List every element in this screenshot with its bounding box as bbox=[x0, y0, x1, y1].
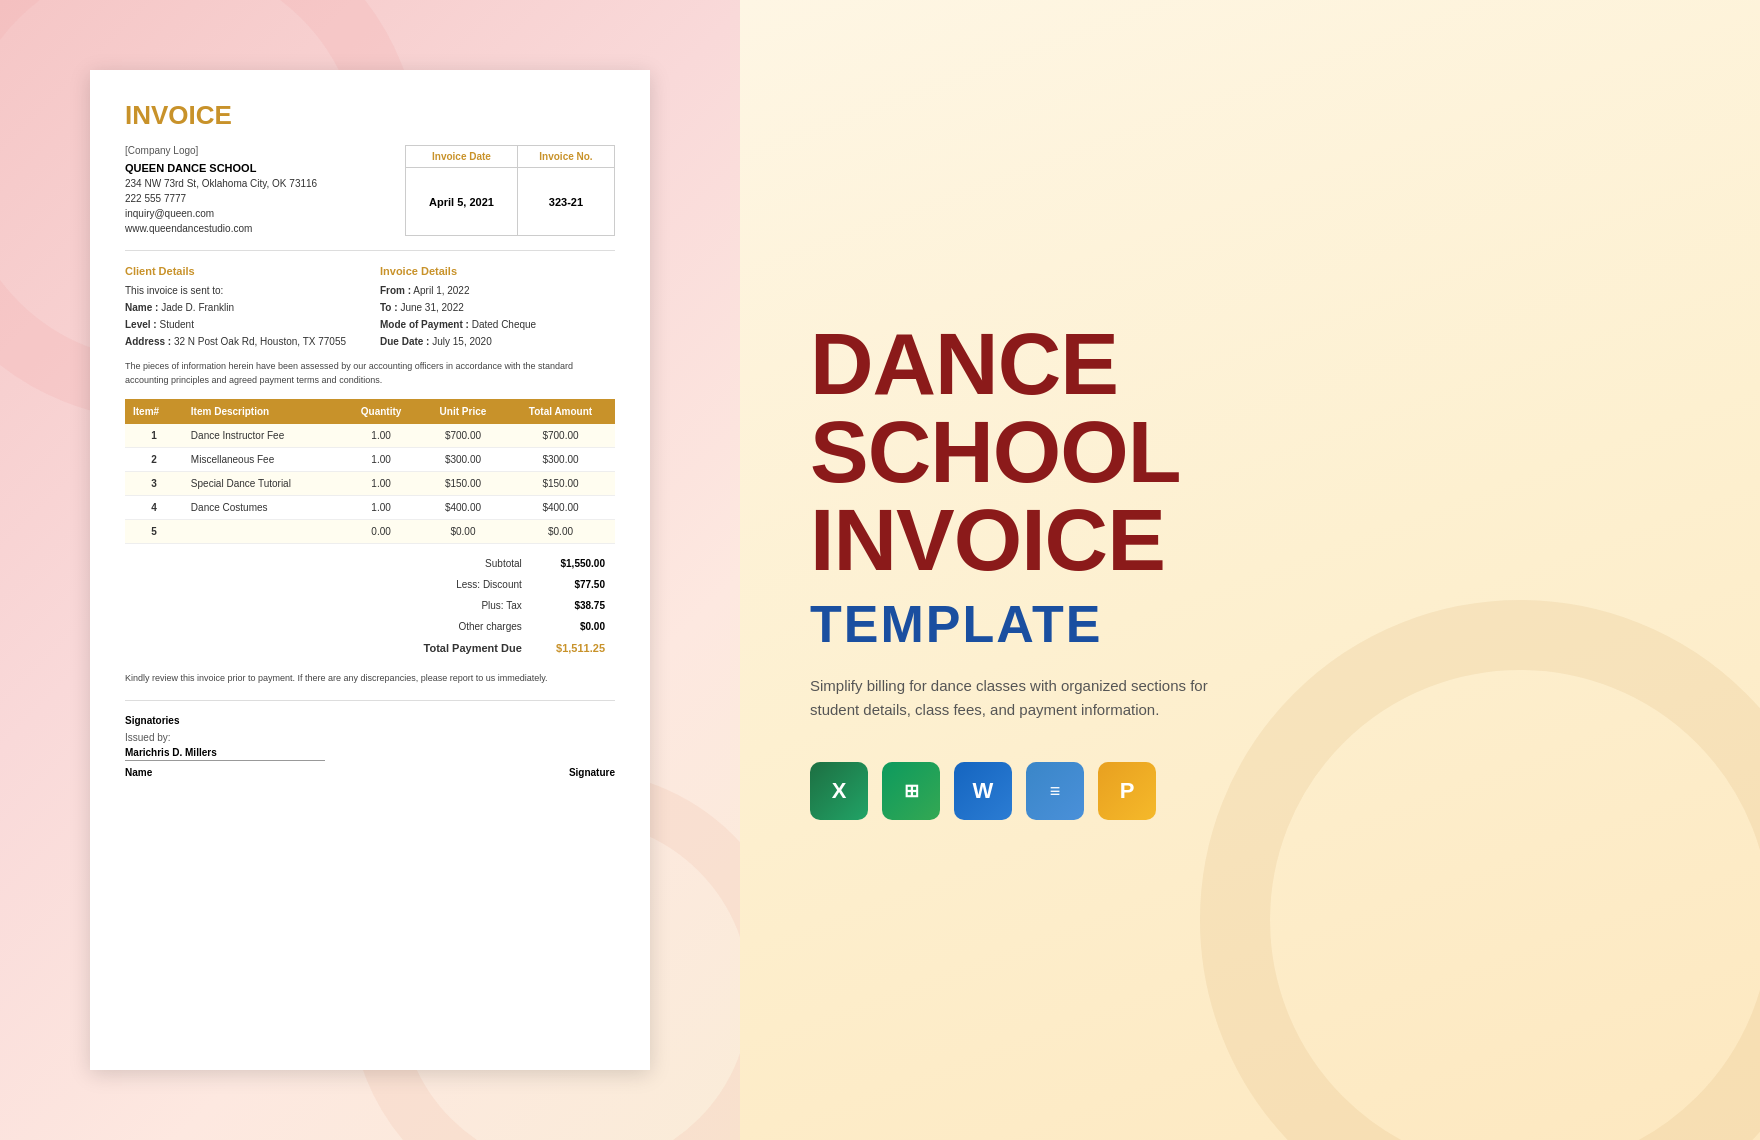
col-total-amount: Total Amount bbox=[506, 399, 615, 424]
subtotal-label: Subtotal bbox=[387, 554, 530, 573]
invoice-title: INVOICE bbox=[125, 100, 615, 131]
col-item-num: Item# bbox=[125, 399, 183, 424]
signatories-section: Signatories Issued by: Marichris D. Mill… bbox=[125, 715, 615, 778]
invoice-header-row: [Company Logo] QUEEN DANCE SCHOOL 234 NW… bbox=[125, 145, 615, 236]
review-note: Kindly review this invoice prior to paym… bbox=[125, 672, 615, 686]
cell-qty: 0.00 bbox=[342, 520, 420, 544]
client-level: Level : Student bbox=[125, 316, 360, 333]
cell-unit: $400.00 bbox=[420, 496, 506, 520]
invoice-date-header: Invoice Date bbox=[406, 146, 518, 168]
discount-value: $77.50 bbox=[532, 575, 613, 594]
table-row: 4 Dance Costumes 1.00 $400.00 $400.00 bbox=[125, 496, 615, 520]
invoice-to: To : June 31, 2022 bbox=[380, 299, 615, 316]
excel-icon[interactable]: X bbox=[810, 762, 868, 820]
sig-issued-by: Issued by: bbox=[125, 732, 615, 743]
client-name: Name : Jade D. Franklin bbox=[125, 299, 360, 316]
sig-bottom-row: Name Signature bbox=[125, 767, 615, 778]
other-label: Other charges bbox=[387, 617, 530, 636]
cell-total: $400.00 bbox=[506, 496, 615, 520]
items-table: Item# Item Description Quantity Unit Pri… bbox=[125, 399, 615, 544]
divider-2 bbox=[125, 700, 615, 701]
pages-icon[interactable]: P bbox=[1098, 762, 1156, 820]
cell-unit: $700.00 bbox=[420, 424, 506, 448]
big-title-line3: INVOICE bbox=[810, 496, 1690, 584]
client-heading: Client Details bbox=[125, 265, 360, 277]
client-intro: This invoice is sent to: bbox=[125, 282, 360, 299]
company-address: 234 NW 73rd St, Oklahoma City, OK 73116 … bbox=[125, 176, 405, 236]
invoice-no-value: 323-21 bbox=[517, 168, 614, 236]
bottom-section: Kindly review this invoice prior to paym… bbox=[125, 672, 615, 686]
sub-title: TEMPLATE bbox=[810, 594, 1690, 654]
cell-total: $700.00 bbox=[506, 424, 615, 448]
cell-total: $150.00 bbox=[506, 472, 615, 496]
word-icon[interactable]: W bbox=[954, 762, 1012, 820]
invoice-document: INVOICE [Company Logo] QUEEN DANCE SCHOO… bbox=[90, 70, 650, 1070]
cell-desc: Dance Costumes bbox=[183, 496, 342, 520]
subtotal-value: $1,550.00 bbox=[532, 554, 613, 573]
client-address: Address : 32 N Post Oak Rd, Houston, TX … bbox=[125, 333, 360, 350]
details-row: Client Details This invoice is sent to: … bbox=[125, 265, 615, 350]
cell-num: 1 bbox=[125, 424, 183, 448]
cell-num: 4 bbox=[125, 496, 183, 520]
company-logo: [Company Logo] bbox=[125, 145, 405, 156]
right-panel: DANCE SCHOOL INVOICE TEMPLATE Simplify b… bbox=[740, 0, 1760, 1140]
invoice-details-heading: Invoice Details bbox=[380, 265, 615, 277]
tax-value: $38.75 bbox=[532, 596, 613, 615]
cell-unit: $0.00 bbox=[420, 520, 506, 544]
company-name: QUEEN DANCE SCHOOL bbox=[125, 162, 405, 174]
sheets-icon[interactable]: ⊞ bbox=[882, 762, 940, 820]
big-title-line2: SCHOOL bbox=[810, 408, 1690, 496]
big-title-line1: DANCE bbox=[810, 320, 1690, 408]
cell-desc bbox=[183, 520, 342, 544]
cell-desc: Special Dance Tutorial bbox=[183, 472, 342, 496]
table-row: 3 Special Dance Tutorial 1.00 $150.00 $1… bbox=[125, 472, 615, 496]
sig-name-label: Name bbox=[125, 767, 152, 778]
col-unit-price: Unit Price bbox=[420, 399, 506, 424]
other-value: $0.00 bbox=[532, 617, 613, 636]
cell-qty: 1.00 bbox=[342, 496, 420, 520]
total-value: $1,511.25 bbox=[532, 638, 613, 658]
invoice-details: Invoice Details From : April 1, 2022 To … bbox=[380, 265, 615, 350]
sig-signature-label: Signature bbox=[569, 767, 615, 778]
cell-unit: $150.00 bbox=[420, 472, 506, 496]
totals-section: Subtotal $1,550.00 Less: Discount $77.50… bbox=[125, 552, 615, 660]
cell-unit: $300.00 bbox=[420, 448, 506, 472]
docs-icon[interactable]: ≡ bbox=[1026, 762, 1084, 820]
cell-qty: 1.00 bbox=[342, 448, 420, 472]
cell-desc: Miscellaneous Fee bbox=[183, 448, 342, 472]
totals-table: Subtotal $1,550.00 Less: Discount $77.50… bbox=[385, 552, 615, 660]
invoice-from: From : April 1, 2022 bbox=[380, 282, 615, 299]
cell-total: $300.00 bbox=[506, 448, 615, 472]
cell-num: 3 bbox=[125, 472, 183, 496]
sig-name-value: Marichris D. Millers bbox=[125, 747, 325, 761]
company-block: [Company Logo] QUEEN DANCE SCHOOL 234 NW… bbox=[125, 145, 405, 236]
table-row: 1 Dance Instructor Fee 1.00 $700.00 $700… bbox=[125, 424, 615, 448]
cell-desc: Dance Instructor Fee bbox=[183, 424, 342, 448]
app-icons: X ⊞ W ≡ P bbox=[810, 762, 1690, 820]
invoice-meta-table: Invoice Date Invoice No. April 5, 2021 3… bbox=[405, 145, 615, 236]
invoice-date-value: April 5, 2021 bbox=[406, 168, 518, 236]
discount-label: Less: Discount bbox=[387, 575, 530, 594]
invoice-no-header: Invoice No. bbox=[517, 146, 614, 168]
invoice-mode: Mode of Payment : Dated Cheque bbox=[380, 316, 615, 333]
table-row: 2 Miscellaneous Fee 1.00 $300.00 $300.00 bbox=[125, 448, 615, 472]
cell-num: 5 bbox=[125, 520, 183, 544]
legal-text: The pieces of information herein have be… bbox=[125, 360, 615, 387]
left-panel: INVOICE [Company Logo] QUEEN DANCE SCHOO… bbox=[0, 0, 740, 1140]
cell-num: 2 bbox=[125, 448, 183, 472]
description-text: Simplify billing for dance classes with … bbox=[810, 674, 1250, 722]
client-details: Client Details This invoice is sent to: … bbox=[125, 265, 360, 350]
sig-heading: Signatories bbox=[125, 715, 615, 726]
cell-qty: 1.00 bbox=[342, 472, 420, 496]
cell-qty: 1.00 bbox=[342, 424, 420, 448]
total-label: Total Payment Due bbox=[387, 638, 530, 658]
col-item-desc: Item Description bbox=[183, 399, 342, 424]
invoice-due: Due Date : July 15, 2020 bbox=[380, 333, 615, 350]
cell-total: $0.00 bbox=[506, 520, 615, 544]
table-row: 5 0.00 $0.00 $0.00 bbox=[125, 520, 615, 544]
tax-label: Plus: Tax bbox=[387, 596, 530, 615]
divider-1 bbox=[125, 250, 615, 251]
col-quantity: Quantity bbox=[342, 399, 420, 424]
